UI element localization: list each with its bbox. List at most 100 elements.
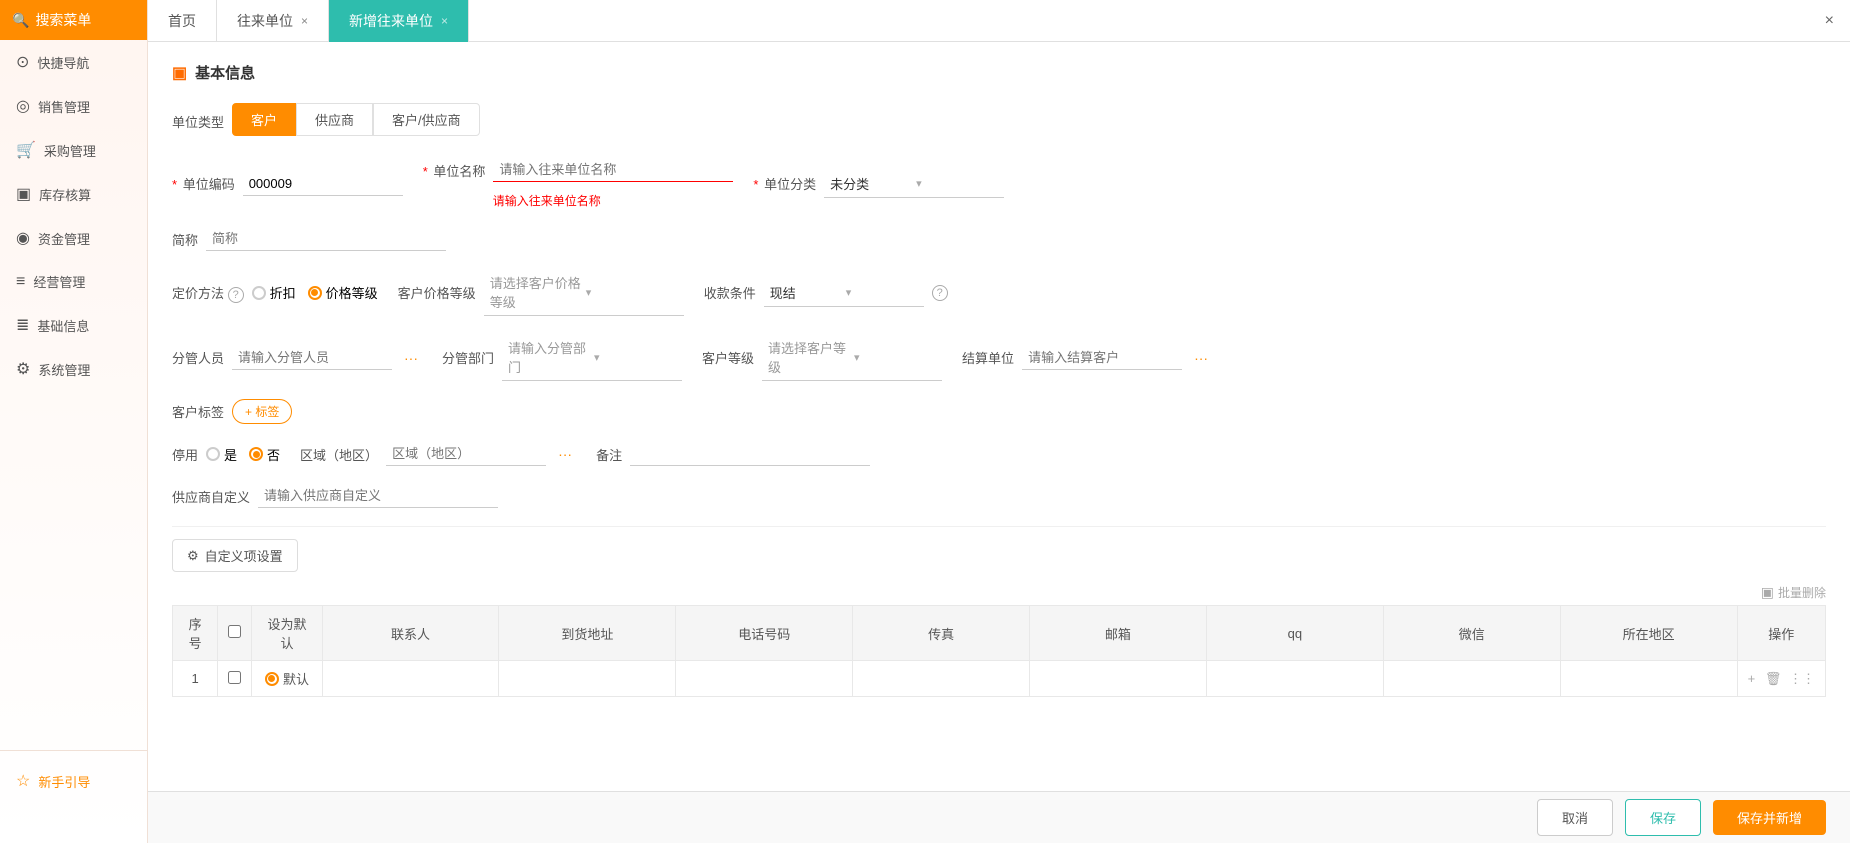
settlement-more-btn[interactable]: ···	[1190, 350, 1212, 366]
customer-price-level-select[interactable]: 请选择客户价格等级 ▾	[484, 269, 684, 316]
sidebar-item-system-mgmt[interactable]: ⚙ 系统管理	[0, 347, 147, 391]
row-drag-handle[interactable]: ⋮⋮	[1789, 671, 1815, 686]
col-wechat: 微信	[1383, 606, 1560, 661]
cell-region[interactable]	[1560, 661, 1737, 697]
sidebar: 🔍 搜索菜单 ⊙ 快捷导航 ◎ 销售管理 🛒 采购管理 ▣ 库存核算 ◉ 资金管…	[0, 0, 148, 843]
phone-input[interactable]	[686, 671, 842, 686]
unit-code-field: * 单位编码	[172, 172, 403, 196]
department-select[interactable]: 请输入分管部门 ▾	[502, 334, 682, 381]
contact-input[interactable]	[333, 671, 489, 686]
email-input[interactable]	[1040, 671, 1196, 686]
pricing-radio-level[interactable]: 价格等级	[308, 283, 378, 302]
disabled-radio-no[interactable]: 否	[249, 445, 280, 464]
unit-name-error: 请输入往来单位名称	[493, 192, 601, 209]
system-label: 系统管理	[38, 360, 90, 379]
unit-btn-both[interactable]: 客户/供应商	[373, 103, 480, 136]
manager-field: 分管人员 ···	[172, 346, 422, 370]
disabled-region-row: 停用 是 否 区域（地区） ···	[172, 442, 1826, 466]
row-region-input[interactable]	[1571, 671, 1727, 686]
short-name-row: 简称	[172, 227, 1826, 251]
cell-fax[interactable]	[853, 661, 1030, 697]
manager-input[interactable]	[232, 346, 392, 370]
unit-code-input[interactable]	[243, 172, 403, 196]
disabled-radio-yes[interactable]: 是	[206, 445, 237, 464]
pricing-method-field: 定价方法 ? 折扣 价格等级	[172, 283, 378, 303]
sidebar-item-quick-nav[interactable]: ⊙ 快捷导航	[0, 40, 147, 84]
tab-bar: 首页 往来单位 × 新增往来单位 × ×	[148, 0, 1850, 42]
col-default: 设为默认	[252, 606, 322, 661]
tab-partner[interactable]: 往来单位 ×	[217, 0, 329, 42]
radio-no-circle	[249, 447, 263, 461]
row-checkbox[interactable]	[228, 671, 241, 684]
department-label: 分管部门	[442, 348, 494, 367]
sidebar-item-operations[interactable]: ≡ 经营管理	[0, 260, 147, 303]
unit-btn-supplier[interactable]: 供应商	[296, 103, 373, 136]
tab-home[interactable]: 首页	[148, 0, 217, 42]
cell-qq[interactable]	[1206, 661, 1383, 697]
region-more-btn[interactable]: ···	[554, 446, 576, 462]
sidebar-bottom: ☆ 新手引导	[0, 750, 147, 843]
supplier-custom-input[interactable]	[258, 484, 498, 508]
inventory-icon: ▣	[16, 184, 31, 204]
unit-category-field: * 单位分类 未分类 ▾	[753, 170, 1004, 198]
wechat-input[interactable]	[1394, 671, 1550, 686]
customer-level-field: 客户等级 请选择客户等级 ▾	[702, 334, 942, 381]
manager-more-btn[interactable]: ···	[400, 350, 422, 366]
sidebar-item-sales-mgmt[interactable]: ◎ 销售管理	[0, 84, 147, 128]
pricing-method-radio: 折扣 价格等级	[252, 283, 378, 302]
short-name-input[interactable]	[206, 227, 446, 251]
unit-category-select[interactable]: 未分类 ▾	[824, 170, 1004, 198]
cell-contact[interactable]	[322, 661, 499, 697]
sidebar-item-purchase-mgmt[interactable]: 🛒 采购管理	[0, 128, 147, 172]
save-new-button[interactable]: 保存并新增	[1713, 800, 1826, 835]
cell-address[interactable]	[499, 661, 676, 697]
sidebar-item-new-guide[interactable]: ☆ 新手引导	[0, 759, 147, 803]
sidebar-item-basic-info[interactable]: ≣ 基础信息	[0, 303, 147, 347]
system-icon: ⚙	[16, 359, 30, 379]
batch-delete-label[interactable]: 批量删除	[1778, 584, 1826, 601]
sidebar-item-inventory[interactable]: ▣ 库存核算	[0, 172, 147, 216]
payment-terms-select[interactable]: 现结 ▾	[764, 279, 924, 307]
fax-input[interactable]	[863, 671, 1019, 686]
remarks-input[interactable]	[630, 442, 870, 466]
customer-level-select[interactable]: 请选择客户等级 ▾	[762, 334, 942, 381]
pricing-help-icon[interactable]: ?	[228, 287, 244, 303]
section-title: 基本信息	[195, 62, 255, 83]
row-delete-btn[interactable]: 🗑	[1765, 671, 1782, 686]
inventory-label: 库存核算	[39, 185, 91, 204]
select-all-checkbox[interactable]	[228, 625, 241, 638]
tab-partner-close[interactable]: ×	[301, 14, 308, 28]
unit-category-label: * 单位分类	[753, 174, 816, 193]
settlement-unit-input[interactable]	[1022, 346, 1182, 370]
short-name-field: 简称	[172, 227, 446, 251]
payment-terms-value: 现结	[770, 283, 842, 302]
short-name-label: 简称	[172, 230, 198, 249]
cell-wechat[interactable]	[1383, 661, 1560, 697]
unit-btn-customer[interactable]: 客户	[232, 103, 296, 136]
add-tag-btn[interactable]: + 标签	[232, 399, 292, 424]
custom-settings-btn[interactable]: ⚙ 自定义项设置	[172, 539, 298, 572]
cell-email[interactable]	[1030, 661, 1207, 697]
finance-icon: ◉	[16, 228, 30, 248]
tab-new-partner[interactable]: 新增往来单位 ×	[329, 0, 469, 42]
region-input[interactable]	[386, 442, 546, 466]
tab-new-partner-close[interactable]: ×	[441, 14, 448, 28]
sidebar-item-finance[interactable]: ◉ 资金管理	[0, 216, 147, 260]
cell-phone[interactable]	[676, 661, 853, 697]
search-menu[interactable]: 🔍 搜索菜单	[0, 0, 147, 40]
save-button[interactable]: 保存	[1625, 799, 1701, 836]
qq-input[interactable]	[1217, 671, 1373, 686]
search-icon: 🔍	[12, 12, 29, 29]
address-input[interactable]	[509, 671, 665, 686]
row-add-btn[interactable]: +	[1748, 671, 1756, 686]
batch-delete-area: ▣ 批量删除	[172, 584, 1826, 601]
operations-icon: ≡	[16, 273, 25, 291]
unit-category-value: 未分类	[830, 174, 912, 193]
pricing-radio-discount[interactable]: 折扣	[252, 283, 296, 302]
window-close-button[interactable]: ×	[1809, 12, 1850, 30]
cancel-button[interactable]: 取消	[1537, 799, 1613, 836]
unit-name-input[interactable]	[493, 158, 733, 182]
default-radio[interactable]: 默认	[262, 669, 311, 688]
pricing-row: 定价方法 ? 折扣 价格等级 客户价格等级	[172, 269, 1826, 316]
payment-terms-help-icon[interactable]: ?	[932, 285, 948, 301]
